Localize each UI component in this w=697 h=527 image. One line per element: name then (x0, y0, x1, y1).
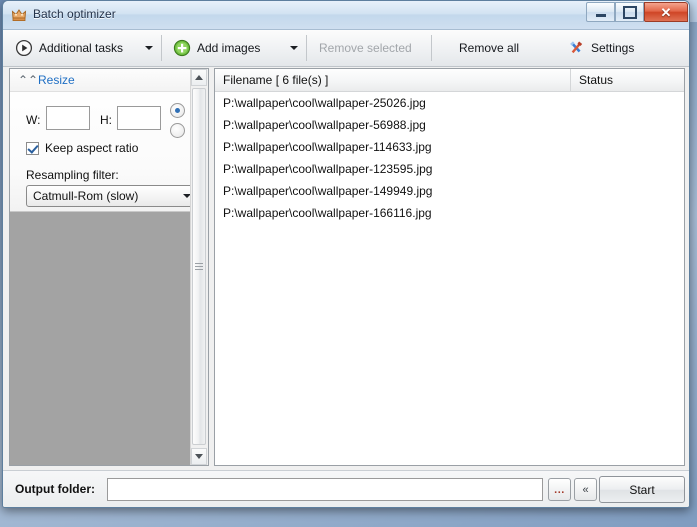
toolbar-separator-1 (161, 35, 162, 61)
scroll-down-button[interactable] (191, 448, 207, 465)
toolbar-separator-3 (431, 35, 432, 61)
radio-px-indicator (170, 103, 185, 118)
toolbar-add-images[interactable]: Add images (169, 34, 264, 62)
toolbar-additional-tasks-label: Additional tasks (39, 41, 124, 55)
table-row[interactable]: P:\wallpaper\cool\wallpaper-25026.jpg (215, 92, 684, 114)
tasks-panel-content: ⌃⌃ Resize W: H: px % (10, 69, 203, 465)
file-list-rows: P:\wallpaper\cool\wallpaper-25026.jpg P:… (215, 92, 684, 465)
file-path: P:\wallpaper\cool\wallpaper-149949.jpg (223, 184, 433, 198)
toolbar-add-images-dropdown[interactable] (286, 34, 302, 62)
column-header-filename[interactable]: Filename [ 6 file(s) ] (215, 69, 571, 91)
resampling-filter-select[interactable]: Catmull-Rom (slow) (26, 185, 200, 207)
green-plus-icon (173, 39, 191, 57)
window-title: Batch optimizer (33, 7, 116, 21)
crown-icon (10, 6, 28, 24)
toolbar: Additional tasks Add images Remove selec… (3, 30, 689, 67)
file-path: P:\wallpaper\cool\wallpaper-56988.jpg (223, 118, 426, 132)
output-folder-input[interactable] (107, 478, 543, 501)
toolbar-settings[interactable]: Settings (563, 34, 638, 62)
resize-section-title: Resize (38, 73, 75, 87)
triangle-down-icon (195, 454, 203, 459)
start-button[interactable]: Start (599, 476, 685, 503)
table-row[interactable]: P:\wallpaper\cool\wallpaper-166116.jpg (215, 202, 684, 224)
keep-aspect-ratio-label: Keep aspect ratio (45, 141, 139, 155)
width-label: W: (26, 113, 41, 127)
output-folder-label: Output folder: (15, 482, 95, 496)
minimize-button[interactable] (586, 2, 615, 22)
table-row[interactable]: P:\wallpaper\cool\wallpaper-123595.jpg (215, 158, 684, 180)
minimize-icon (595, 13, 606, 17)
tasks-panel-scrollbar[interactable] (190, 69, 208, 465)
table-row[interactable]: P:\wallpaper\cool\wallpaper-114633.jpg (215, 136, 684, 158)
checkbox-indicator (26, 141, 39, 155)
height-input[interactable] (117, 106, 161, 130)
file-list-header: Filename [ 6 file(s) ] Status (215, 69, 684, 92)
column-header-status[interactable]: Status (571, 69, 684, 91)
triangle-up-icon (195, 75, 203, 80)
close-icon: ✕ (660, 4, 672, 20)
tasks-panel: ⌃⌃ Resize W: H: px % (9, 68, 209, 466)
file-path: P:\wallpaper\cool\wallpaper-123595.jpg (223, 162, 433, 176)
scrollbar-grip-icon (195, 261, 203, 272)
width-input[interactable] (46, 106, 90, 130)
height-label: H: (100, 113, 112, 127)
toolbar-remove-all-label: Remove all (459, 41, 520, 55)
output-bar: Output folder: ... « Start (3, 470, 689, 507)
browse-folder-button[interactable]: ... (548, 478, 571, 501)
resize-section-header[interactable]: ⌃⌃ Resize (10, 69, 191, 92)
radio-percent-indicator (170, 123, 185, 138)
toolbar-additional-tasks-dropdown[interactable] (141, 34, 157, 62)
table-row[interactable]: P:\wallpaper\cool\wallpaper-56988.jpg (215, 114, 684, 136)
chevron-down-icon (290, 46, 298, 50)
toolbar-remove-all[interactable]: Remove all (455, 34, 523, 62)
toolbar-settings-label: Settings (591, 41, 635, 55)
resize-section: ⌃⌃ Resize W: H: px % (10, 69, 203, 212)
title-bar[interactable]: Batch optimizer ✕ (3, 1, 689, 30)
desktop-background: Optimized image Batch optimizer ✕ (0, 0, 697, 527)
keep-aspect-ratio-checkbox[interactable]: Keep aspect ratio (26, 141, 138, 155)
toolbar-remove-selected-label: Remove selected (319, 41, 412, 55)
maximize-icon (622, 5, 637, 19)
scrollbar-thumb[interactable] (192, 88, 206, 445)
close-button[interactable]: ✕ (644, 2, 688, 22)
file-path: P:\wallpaper\cool\wallpaper-25026.jpg (223, 96, 426, 110)
table-row[interactable]: P:\wallpaper\cool\wallpaper-149949.jpg (215, 180, 684, 202)
resampling-filter-label: Resampling filter: (26, 168, 119, 182)
chevron-double-up-icon[interactable]: ⌃⌃ (18, 74, 38, 86)
main-body: ⌃⌃ Resize W: H: px % (3, 67, 689, 470)
file-list-panel: Filename [ 6 file(s) ] Status P:\wallpap… (214, 68, 685, 466)
file-path: P:\wallpaper\cool\wallpaper-166116.jpg (223, 206, 432, 220)
scroll-up-button[interactable] (191, 69, 207, 86)
chevron-down-icon (145, 46, 153, 50)
file-path: P:\wallpaper\cool\wallpaper-114633.jpg (223, 140, 432, 154)
toolbar-separator-2 (306, 35, 307, 61)
collapse-panel-button[interactable]: « (574, 478, 597, 501)
play-circle-icon (15, 39, 33, 57)
tools-icon (567, 39, 585, 57)
toolbar-remove-selected: Remove selected (315, 34, 416, 62)
resampling-filter-value: Catmull-Rom (slow) (33, 189, 139, 203)
batch-optimizer-window: Batch optimizer ✕ Additional tasks Add i… (2, 0, 690, 508)
toolbar-additional-tasks[interactable]: Additional tasks (11, 34, 127, 62)
toolbar-add-images-label: Add images (197, 41, 261, 55)
maximize-button[interactable] (615, 2, 644, 22)
